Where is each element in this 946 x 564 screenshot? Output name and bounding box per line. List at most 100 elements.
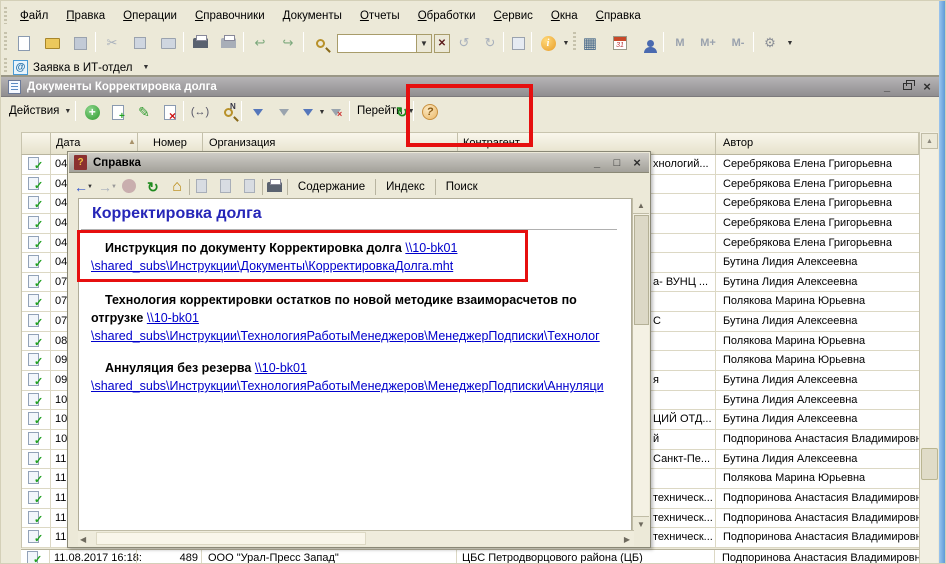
close-button[interactable]: ×	[919, 79, 935, 94]
menu-item[interactable]: Операции	[114, 5, 186, 27]
help-vscrollbar[interactable]: ▲ ▼	[632, 198, 649, 532]
cell-kontragent-partial: С	[653, 315, 661, 328]
cut-icon[interactable]: ✂	[101, 32, 123, 54]
print-button[interactable]	[189, 32, 211, 54]
settings-wrench-icon[interactable]: ⚙	[759, 32, 781, 54]
column-fit-button[interactable]: (↔)	[189, 101, 211, 123]
search-icon[interactable]	[309, 32, 331, 54]
menu-item[interactable]: Правка	[57, 5, 114, 27]
help-hscrollbar[interactable]: ◀ ▶	[78, 530, 634, 546]
help-maximize-button[interactable]: □	[609, 156, 625, 170]
print-icon[interactable]	[263, 179, 287, 195]
scrollbar-thumb[interactable]	[96, 532, 366, 545]
plus-icon: +	[84, 104, 100, 120]
minimize-button[interactable]: _	[879, 80, 895, 94]
tab-dropdown-icon[interactable]: ▼	[142, 64, 149, 71]
doc-check-icon: ✓	[26, 333, 46, 349]
settings-dropdown[interactable]: ▼	[779, 32, 801, 54]
cell-kontragent-partial: я	[653, 374, 659, 387]
edit-button[interactable]: ✎	[133, 101, 155, 123]
separator	[753, 32, 754, 52]
toolbar-grip	[573, 32, 576, 52]
filter-by-value-button[interactable]	[273, 101, 295, 123]
help-window[interactable]: ? Справка _ □ × ← ▼ → ▼ ↻ ⌂ Содержание И…	[67, 151, 651, 548]
doc-check-icon: ✓	[26, 294, 46, 309]
home-icon[interactable]: ⌂	[165, 178, 189, 196]
desktop-edge-strip	[939, 1, 945, 563]
calendar-icon[interactable]: 31	[609, 32, 631, 54]
menu-item[interactable]: Файл	[11, 5, 57, 27]
header-date[interactable]: Дата	[56, 137, 80, 149]
history-back-icon[interactable]: ↺	[453, 32, 475, 54]
memory-recall-button[interactable]: M	[669, 32, 691, 54]
cell-author: Подпоринова Анастасия Владимировн	[723, 511, 919, 524]
scrollbar-thumb[interactable]	[634, 215, 649, 325]
help-minimize-button[interactable]: _	[589, 156, 605, 170]
user-permissions-icon[interactable]	[639, 32, 661, 54]
menu-item[interactable]: Сервис	[485, 5, 542, 27]
filter-clear-button[interactable]: ×	[325, 101, 347, 123]
table-scrollbar[interactable]: ▲	[919, 132, 938, 563]
calculator-icon[interactable]: ▦	[579, 32, 601, 54]
memory-add-button[interactable]: M+	[697, 32, 719, 54]
scroll-down-icon[interactable]: ▼	[633, 516, 649, 532]
help-tab-index[interactable]: Индекс	[376, 181, 435, 193]
copy-icon[interactable]	[129, 32, 151, 54]
memory-subtract-button[interactable]: M-	[727, 32, 749, 54]
menu-item[interactable]: Обработки	[409, 5, 485, 27]
add-button[interactable]: +	[81, 101, 103, 123]
combo-clear-button[interactable]: ✕	[434, 34, 450, 53]
next-topic-icon[interactable]	[238, 178, 262, 196]
copy-pages-icon[interactable]	[507, 32, 529, 54]
menu-item[interactable]: Справочники	[186, 5, 274, 27]
scroll-up-icon[interactable]: ▲	[921, 133, 938, 149]
help-titlebar[interactable]: ? Справка _ □ ×	[69, 153, 649, 173]
header-author[interactable]: Автор	[723, 137, 753, 149]
filter-settings-button[interactable]	[247, 101, 269, 123]
combo-dropdown-button[interactable]: ▼	[416, 34, 432, 53]
help-close-button[interactable]: ×	[629, 155, 645, 170]
search-input[interactable]	[337, 34, 417, 53]
restore-button[interactable]	[899, 80, 915, 94]
scrollbar-thumb[interactable]	[921, 448, 938, 480]
cell-org: ООО "Урал-Пресс Запад"	[208, 552, 339, 564]
section-link-server[interactable]: \\10-bk01	[255, 361, 307, 375]
section-link-path[interactable]: \shared_subs\Инструкции\ТехнологияРаботы…	[91, 377, 623, 395]
doc-check-icon: ✓	[26, 471, 46, 486]
menu-item[interactable]: Отчеты	[351, 5, 409, 27]
history-forward-icon[interactable]: ↻	[479, 32, 501, 54]
open-button[interactable]	[41, 32, 63, 54]
menu-item[interactable]: Справка	[587, 5, 650, 27]
scroll-left-icon[interactable]: ◀	[80, 532, 86, 547]
cell-author: Бутина Лидия Алексеевна	[723, 393, 858, 406]
doc-check-icon: ✓	[26, 451, 46, 467]
help-tab-contents[interactable]: Содержание	[288, 181, 375, 193]
scroll-up-icon[interactable]: ▲	[633, 198, 649, 214]
section-link-path[interactable]: \shared_subs\Инструкции\ТехнологияРаботы…	[91, 327, 623, 345]
help-tab-search[interactable]: Поиск	[436, 181, 488, 193]
refresh-icon[interactable]: ↻	[141, 179, 165, 196]
search-doc-icon[interactable]	[190, 178, 214, 196]
actions-button[interactable]: Действия ▼	[9, 100, 71, 122]
scroll-right-icon[interactable]: ▶	[624, 532, 630, 547]
paste-icon[interactable]	[157, 32, 179, 54]
undo-button[interactable]: ↩	[249, 32, 271, 54]
cell-author: Полякова Марина Юрьевна	[723, 334, 866, 347]
print-preview-button[interactable]	[217, 32, 239, 54]
redo-button[interactable]: ↪	[277, 32, 299, 54]
menu-item[interactable]: Документы	[274, 5, 351, 27]
section-link-server[interactable]: \\10-bk01	[147, 311, 199, 325]
new-document-button[interactable]	[13, 32, 35, 54]
table-row-bottom[interactable]: ✓ 11.08.2017 16:18: 489 ООО "Урал-Пресс …	[21, 549, 919, 564]
copy-item-button[interactable]: +	[107, 101, 129, 123]
delete-button[interactable]: ×	[159, 101, 181, 123]
prev-topic-icon[interactable]	[214, 178, 238, 196]
header-number[interactable]: Номер	[153, 137, 187, 149]
separator	[531, 32, 532, 52]
menu-item[interactable]: Окна	[542, 5, 587, 27]
menu-bar: Файл Правка Операции Справочники Документы От…	[11, 5, 650, 27]
header-org[interactable]: Организация	[209, 137, 275, 149]
stop-icon[interactable]	[117, 178, 141, 196]
save-button[interactable]	[69, 32, 91, 54]
find-by-number-button[interactable]: N	[217, 101, 239, 123]
